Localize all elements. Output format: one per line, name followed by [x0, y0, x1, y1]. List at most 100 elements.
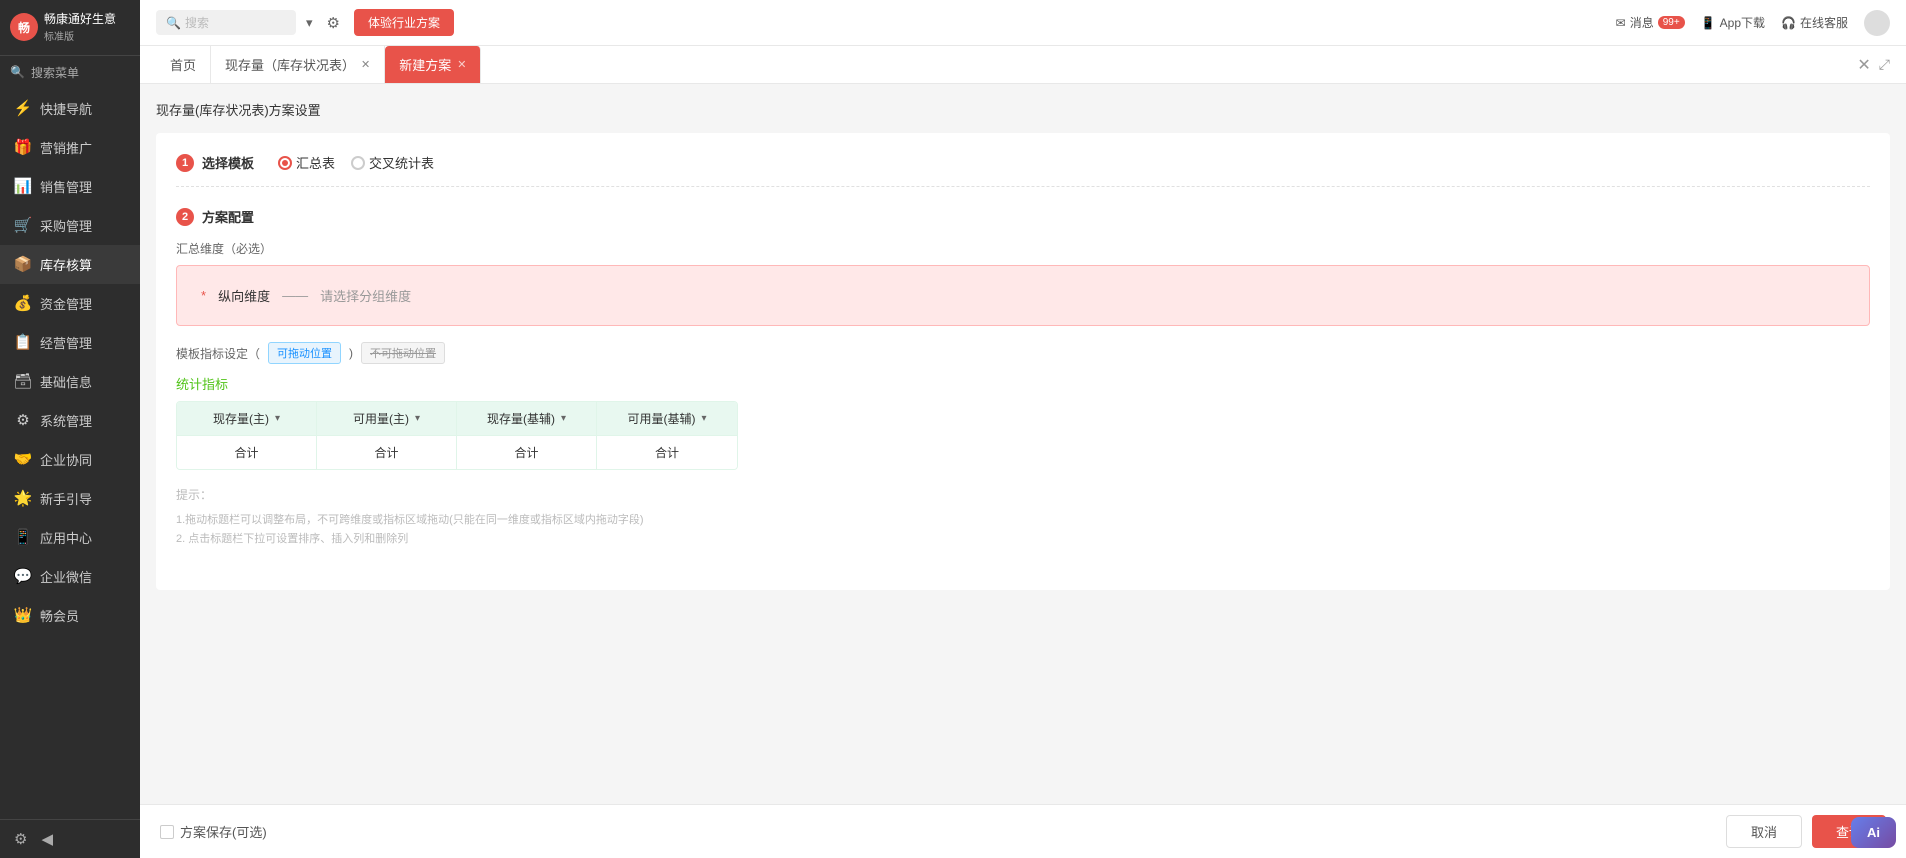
system-icon: ⚙ [14, 411, 32, 429]
stats-col-3-header[interactable]: 现存量(基辅) ▾ [457, 402, 597, 436]
sidebar-item-quicknav[interactable]: ⚡ 快捷导航 [0, 89, 140, 128]
sidebar-bottom: ⚙ ◀ [0, 819, 140, 858]
sidebar-item-operations-label: 经营管理 [40, 333, 92, 352]
sidebar-item-purchase[interactable]: 🛒 采购管理 [0, 206, 140, 245]
tab-new-plan-close-icon[interactable]: ✕ [457, 58, 466, 71]
sidebar-item-finance[interactable]: 💰 资金管理 [0, 284, 140, 323]
quicknav-icon: ⚡ [14, 99, 32, 117]
sidebar-item-wechat-label: 企业微信 [40, 567, 92, 586]
stats-label: 统计指标 [176, 374, 1870, 393]
page-title: 现存量(库存状况表)方案设置 [156, 100, 1890, 119]
indicator-middle-text: ) [349, 346, 353, 360]
sidebar-item-basic[interactable]: 🗃 基础信息 [0, 362, 140, 401]
save-checkbox[interactable] [160, 825, 174, 839]
sidebar-item-guide-label: 新手引导 [40, 489, 92, 508]
collapse-icon[interactable]: ◀ [41, 830, 53, 848]
sidebar-item-system[interactable]: ⚙ 系统管理 [0, 401, 140, 440]
sidebar-search[interactable]: 🔍 搜索菜单 [0, 56, 140, 89]
finance-icon: 💰 [14, 294, 32, 312]
purchase-icon: 🛒 [14, 216, 32, 234]
app-download-item[interactable]: 📱 App下载 [1701, 14, 1765, 31]
sidebar-item-marketing[interactable]: 🎁 营销推广 [0, 128, 140, 167]
sidebar-item-sales[interactable]: 📊 销售管理 [0, 167, 140, 206]
stats-col-2-header[interactable]: 可用量(主) ▾ [317, 402, 457, 436]
tab-new-plan[interactable]: 新建方案 ✕ [385, 46, 481, 83]
trial-industry-button[interactable]: 体验行业方案 [354, 9, 454, 36]
stats-header-row: 现存量(主) ▾ 可用量(主) ▾ 现存量(基辅) ▾ 可用量(基辅) [177, 402, 737, 436]
topbar-dropdown[interactable]: ▾ [306, 15, 313, 31]
stats-col-4-body: 合计 [597, 436, 737, 469]
radio-summary[interactable]: 汇总表 [278, 153, 335, 172]
tab-inventory-status[interactable]: 现存量（库存状况表） ✕ [211, 46, 385, 83]
ai-fab-button[interactable]: Ai [1851, 817, 1896, 848]
sidebar-item-member[interactable]: 👑 畅会员 [0, 596, 140, 635]
dimension-box[interactable]: * 纵向维度 —— 请选择分组维度 [176, 265, 1870, 326]
sidebar-item-collab[interactable]: 🤝 企业协同 [0, 440, 140, 479]
dim-placeholder: 请选择分组维度 [320, 286, 411, 305]
sidebar-item-guide[interactable]: 🌟 新手引导 [0, 479, 140, 518]
stats-col-3-chevron[interactable]: ▾ [561, 413, 566, 424]
radio-cross-dot [351, 156, 365, 170]
tips-block: 提示： 1.拖动标题栏可以调整布局，不可跨维度或指标区域拖动(只能在同一维度或指… [176, 485, 1870, 550]
sales-icon: 📊 [14, 177, 32, 195]
section-template: 1 选择模板 汇总表 交叉统计表 [176, 153, 1870, 187]
tab-inventory-close-icon[interactable]: ✕ [361, 58, 370, 71]
message-item[interactable]: ✉ 消息 99+ [1616, 14, 1685, 31]
operations-icon: 📋 [14, 333, 32, 351]
section-template-header: 1 选择模板 汇总表 交叉统计表 [176, 153, 1870, 172]
tab-home-label: 首页 [170, 55, 196, 74]
section1-divider [176, 186, 1870, 187]
sidebar-item-marketing-label: 营销推广 [40, 138, 92, 157]
sidebar-item-inventory-label: 库存核算 [40, 255, 92, 274]
topbar-search[interactable]: 🔍 搜索 [156, 10, 296, 35]
stats-col-1-label: 现存量(主) [213, 410, 269, 427]
tab-home[interactable]: 首页 [156, 46, 211, 83]
stats-col-2-body: 合计 [317, 436, 457, 469]
close-panel-icon[interactable]: ✕ [1857, 55, 1870, 75]
stats-col-1-chevron[interactable]: ▾ [275, 413, 280, 424]
stats-col-4-header[interactable]: 可用量(基辅) ▾ [597, 402, 737, 436]
settings-icon[interactable]: ⚙ [14, 830, 27, 848]
app-download-label: App下载 [1720, 14, 1765, 31]
topbar-gear-icon[interactable]: ⚙ [327, 14, 340, 32]
content-area: 现存量(库存状况表)方案设置 1 选择模板 汇总表 交叉统计表 [140, 84, 1906, 804]
app-icon: 畅 [10, 13, 38, 41]
stats-col-4-sub: 合计 [655, 444, 679, 461]
stats-col-4-label: 可用量(基辅) [627, 410, 695, 427]
sidebar-item-operations[interactable]: 📋 经营管理 [0, 323, 140, 362]
sidebar-item-wechat[interactable]: 💬 企业微信 [0, 557, 140, 596]
stats-col-3-sub: 合计 [514, 444, 538, 461]
stats-col-2-chevron[interactable]: ▾ [415, 413, 420, 424]
sidebar-item-quicknav-label: 快捷导航 [40, 99, 92, 118]
message-badge: 99+ [1658, 16, 1685, 29]
sidebar-item-appcenter[interactable]: 📱 应用中心 [0, 518, 140, 557]
footer: 方案保存(可选) 取消 查询 [140, 804, 1906, 858]
stats-col-1-header[interactable]: 现存量(主) ▾ [177, 402, 317, 436]
stats-col-2-label: 可用量(主) [353, 410, 409, 427]
stats-col-1-body: 合计 [177, 436, 317, 469]
sidebar-item-finance-label: 资金管理 [40, 294, 92, 313]
expand-panel-icon[interactable]: ⤢ [1879, 56, 1890, 73]
sidebar-nav: ⚡ 快捷导航 🎁 营销推广 📊 销售管理 🛒 采购管理 📦 库存核算 💰 资金管… [0, 89, 140, 819]
inventory-icon: 📦 [14, 255, 32, 273]
ai-fab-label: Ai [1867, 825, 1880, 840]
radio-cross[interactable]: 交叉统计表 [351, 153, 434, 172]
sidebar-item-member-label: 畅会员 [40, 606, 79, 625]
sidebar-item-inventory[interactable]: 📦 库存核算 [0, 245, 140, 284]
section-config-header: 2 方案配置 [176, 207, 1870, 226]
headphone-icon: 🎧 [1781, 16, 1796, 30]
sidebar-item-collab-label: 企业协同 [40, 450, 92, 469]
app-name-block: 畅康通好生意 标准版 [44, 12, 116, 43]
user-avatar[interactable] [1864, 10, 1890, 36]
save-option: 方案保存(可选) [160, 822, 267, 841]
tag-fixed: 不可拖动位置 [361, 342, 445, 364]
stats-col-4-chevron[interactable]: ▾ [701, 413, 706, 424]
radio-cross-label: 交叉统计表 [369, 153, 434, 172]
tab-inventory-label: 现存量（库存状况表） [225, 55, 355, 74]
online-service-item[interactable]: 🎧 在线客服 [1781, 14, 1848, 31]
section-config-title: 方案配置 [202, 207, 254, 226]
app-name: 畅康通好生意 [44, 12, 116, 28]
cancel-button[interactable]: 取消 [1726, 815, 1802, 848]
indicator-label-row: 模板指标设定（ 可拖动位置 ) 不可拖动位置 [176, 342, 1870, 364]
main-area: 🔍 搜索 ▾ ⚙ 体验行业方案 ✉ 消息 99+ 📱 App下载 🎧 在线客服 [140, 0, 1906, 858]
